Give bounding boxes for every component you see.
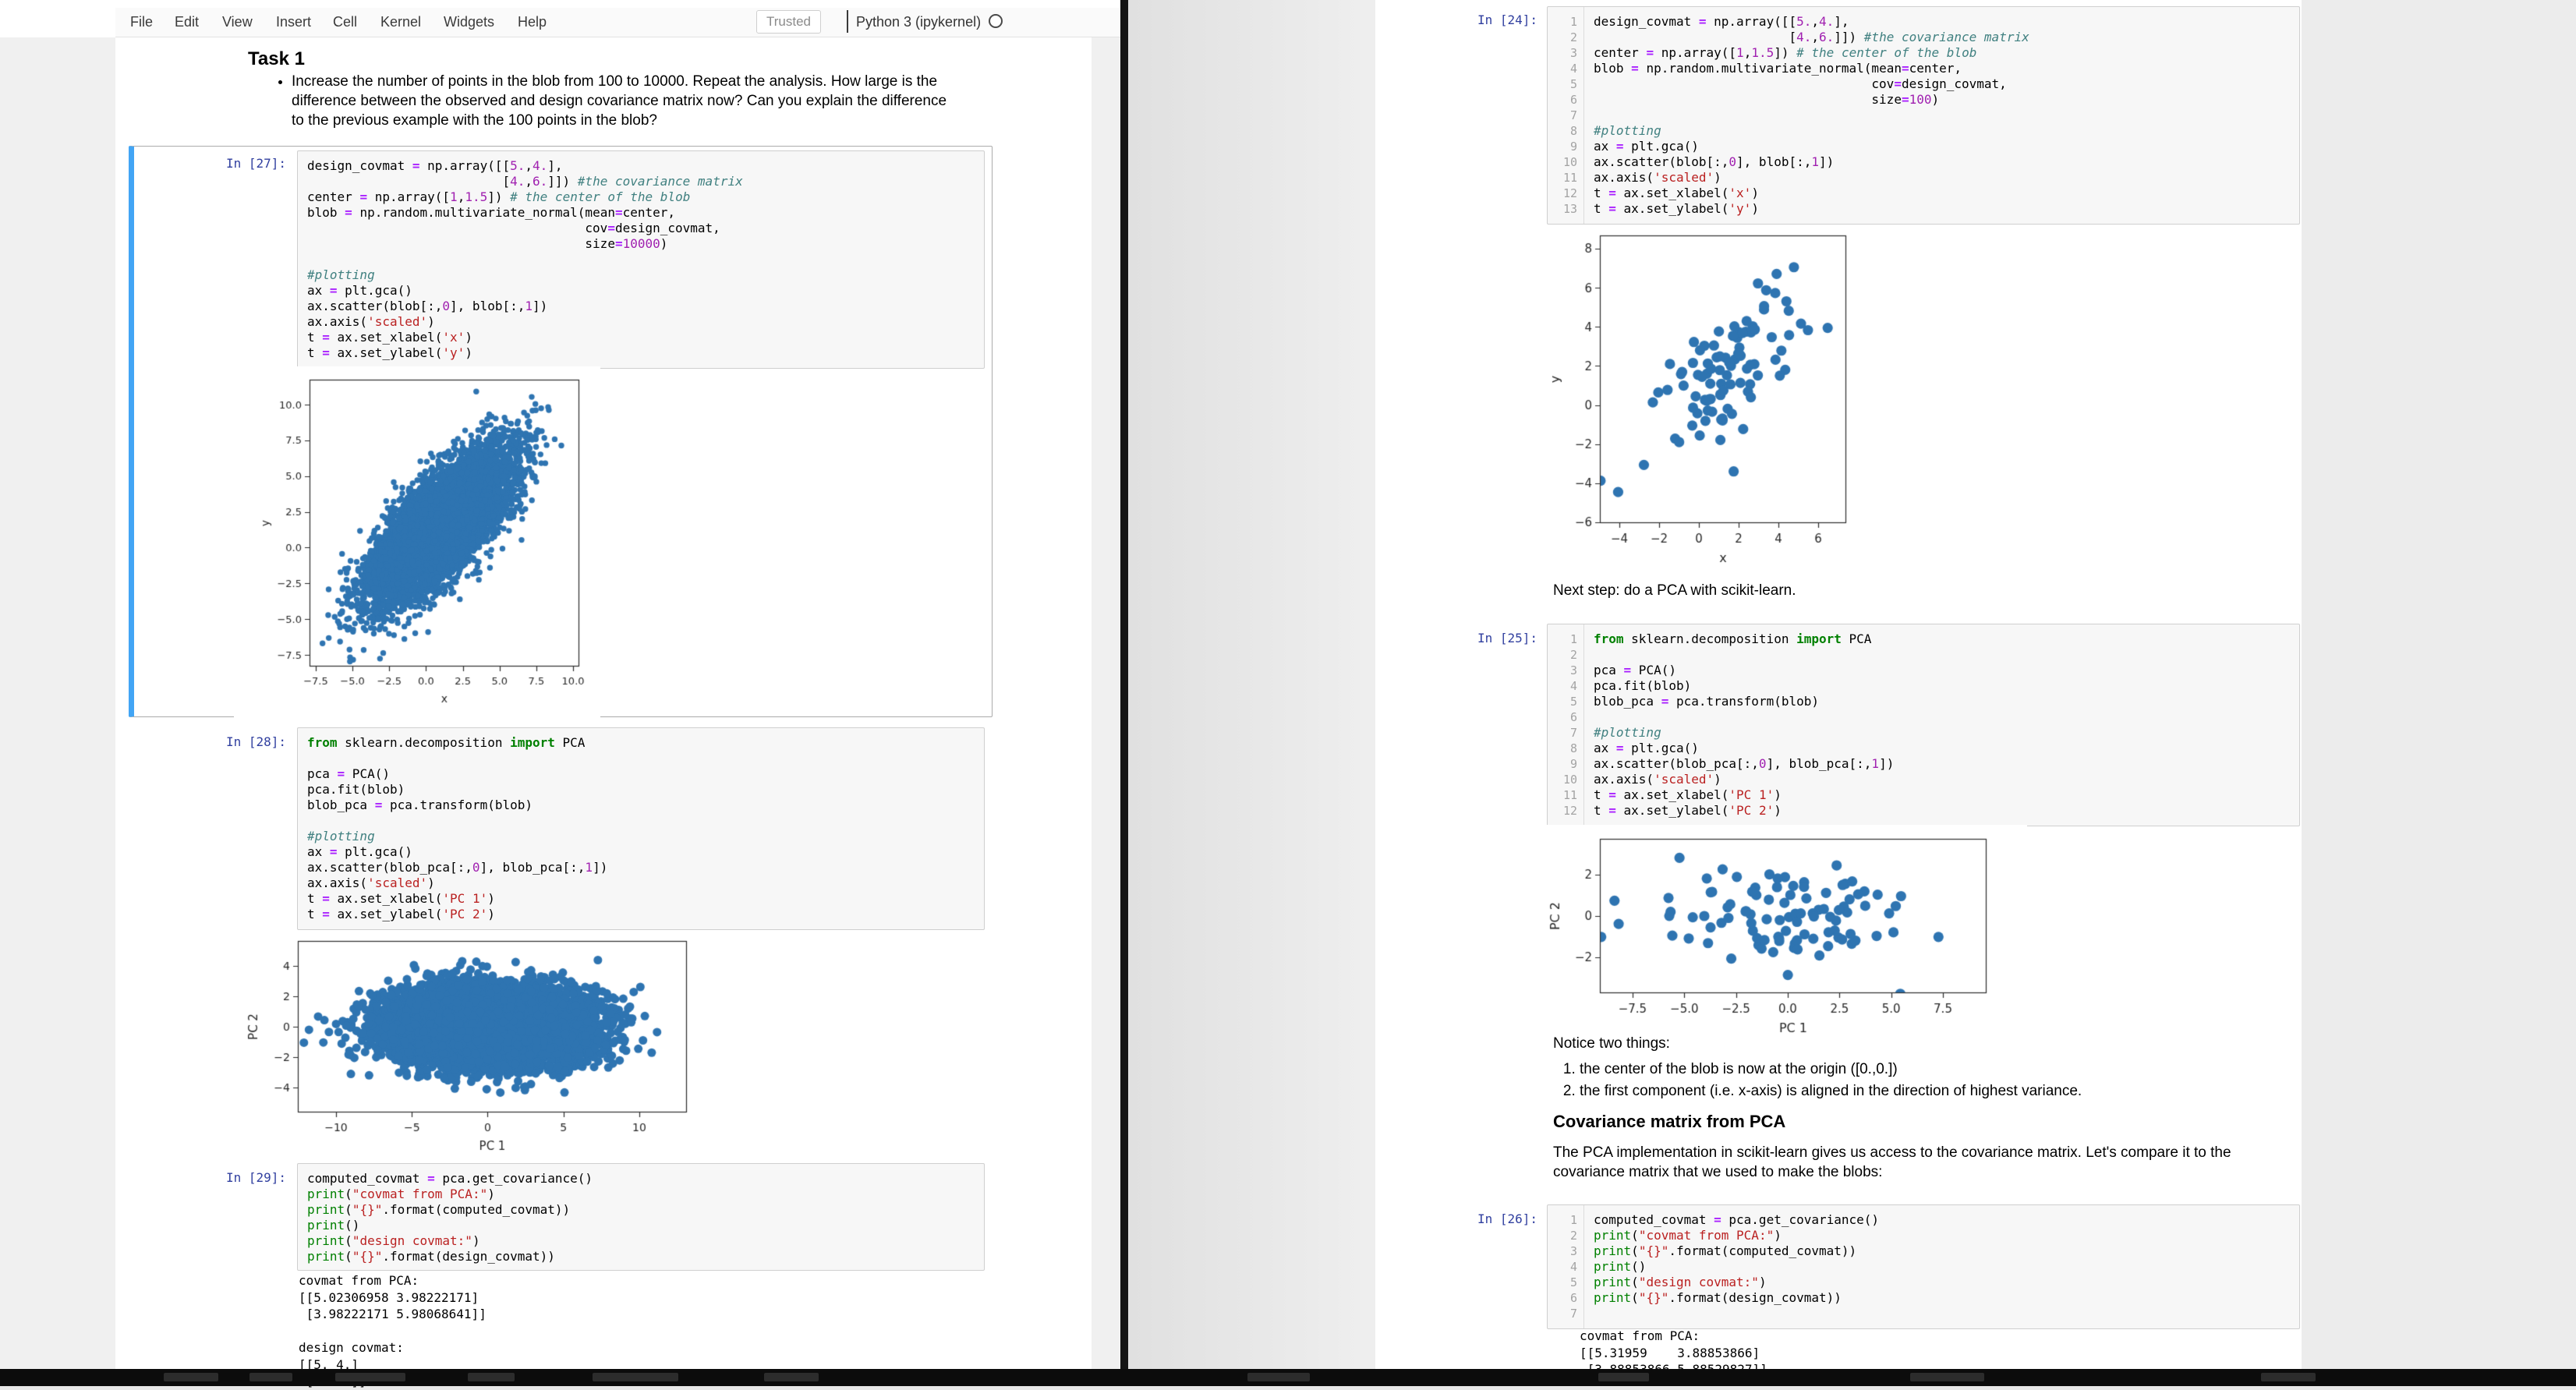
code-cell-in29[interactable]: computed_covmat = pca.get_covariance() pr…: [297, 1163, 985, 1271]
menu-cell[interactable]: Cell: [333, 14, 357, 30]
covariance-paragraph: The PCA implementation in scikit-learn g…: [1553, 1144, 2231, 1180]
cell-prompt-in24: In [24]:: [1477, 12, 1537, 27]
notice-item-1: the center of the blob is now at the ori…: [1580, 1059, 2333, 1081]
cell-prompt-in25: In [25]:: [1477, 631, 1537, 645]
dock-item[interactable]: [764, 1373, 819, 1381]
left-notebook-window: File Edit View Insert Cell Kernel Widget…: [0, 0, 1120, 1388]
notebook-left-margin: [0, 37, 115, 1386]
cell-prompt-in27: In [27]:: [225, 156, 286, 171]
menu-kernel[interactable]: Kernel: [380, 14, 421, 30]
dock-item[interactable]: [249, 1373, 292, 1381]
scatter-plot-blob-100: [1520, 226, 1871, 577]
menu-edit[interactable]: Edit: [175, 14, 199, 30]
code-editor[interactable]: design_covmat = np.array([[5.,4.], [4.,6…: [298, 151, 984, 368]
dock-item[interactable]: [1910, 1373, 1984, 1381]
window-divider: [1120, 0, 1128, 1386]
code-cell-in26[interactable]: 1234567 computed_covmat = pca.get_covari…: [1547, 1204, 2300, 1329]
code-cell-in25[interactable]: 1 2 3 4 5 6 7 8 9 10 11 12 from sklearn.decompositi…: [1547, 624, 2300, 826]
menu-widgets[interactable]: Widgets: [444, 14, 494, 30]
code-cell-in27[interactable]: design_covmat = np.array([[5.,4.], [4.,6…: [297, 150, 985, 369]
code-editor[interactable]: from sklearn.decomposition import PCA pc…: [1584, 624, 2299, 826]
dock-item[interactable]: [593, 1373, 678, 1381]
menu-help[interactable]: Help: [518, 14, 547, 30]
task-description: Increase the number of points in the blo…: [271, 72, 957, 130]
right-notebook-window: In [24]: 1 2 3 4 5 6 7 8 9 10 11 12 13 design_covmat…: [1128, 0, 2576, 1386]
menu-view[interactable]: View: [222, 14, 253, 30]
notice-list: the center of the blob is now at the ori…: [1553, 1059, 2333, 1102]
kernel-separator: [847, 10, 848, 33]
notebook-page: Task 1 Increase the number of points in …: [115, 37, 1092, 1388]
scatter-plot-blob-10000: [234, 366, 600, 717]
menu-file[interactable]: File: [130, 14, 153, 30]
menu-insert[interactable]: Insert: [276, 14, 311, 30]
dock-item[interactable]: [1598, 1373, 1649, 1381]
code-editor[interactable]: design_covmat = np.array([[5.,4.], [4.,6…: [1584, 7, 2299, 224]
dock-item[interactable]: [1247, 1373, 1310, 1381]
line-numbers: 1 2 3 4 5 6 7 8 9 10 11 12 13: [1548, 7, 1584, 224]
task-heading: Task 1: [248, 48, 305, 69]
notebook-right-margin: [1092, 37, 1120, 1386]
next-step-text: Next step: do a PCA with scikit-learn.: [1553, 582, 1796, 599]
kernel-status-icon: [989, 14, 1003, 28]
scatter-plot-pca-10000: [242, 932, 702, 1158]
notebook-page: In [24]: 1 2 3 4 5 6 7 8 9 10 11 12 13 design_covmat…: [1375, 0, 2302, 1386]
code-editor[interactable]: computed_covmat = pca.get_covariance() pr…: [298, 1164, 984, 1270]
cell-prompt-in26: In [26]:: [1477, 1211, 1537, 1226]
dock-item[interactable]: [2261, 1373, 2316, 1381]
notice-heading: Notice two things:: [1553, 1035, 1670, 1052]
cell-prompt-in28: In [28]:: [225, 734, 286, 749]
menu-bar: File Edit View Insert Cell Kernel Widget…: [115, 8, 1120, 37]
dock-bar: [0, 1369, 2576, 1386]
line-numbers: 1 2 3 4 5 6 7 8 9 10 11 12: [1548, 624, 1584, 826]
dock-item[interactable]: [335, 1373, 405, 1381]
desktop: File Edit View Insert Cell Kernel Widget…: [0, 0, 2576, 1388]
line-numbers: 1234567: [1548, 1205, 1584, 1328]
dock-item[interactable]: [468, 1373, 515, 1381]
scatter-plot-pca-100: [1520, 825, 2027, 1043]
task-bullet-item: Increase the number of points in the blo…: [292, 72, 957, 130]
notice-item-2: the first component (i.e. x-axis) is ali…: [1580, 1081, 2333, 1102]
code-cell-in24[interactable]: 1 2 3 4 5 6 7 8 9 10 11 12 13 design_covmat = np.arr…: [1547, 6, 2300, 225]
covariance-heading: Covariance matrix from PCA: [1553, 1112, 1786, 1131]
trusted-badge: Trusted: [756, 10, 822, 34]
code-editor[interactable]: from sklearn.decomposition import PCA pc…: [298, 728, 984, 929]
kernel-indicator: Python 3 (ipykernel): [856, 14, 982, 30]
dock-item[interactable]: [164, 1373, 218, 1381]
cell-prompt-in29: In [29]:: [225, 1170, 286, 1185]
code-cell-in28[interactable]: from sklearn.decomposition import PCA pc…: [297, 727, 985, 930]
code-editor[interactable]: computed_covmat = pca.get_covariance() pr…: [1584, 1205, 2299, 1328]
